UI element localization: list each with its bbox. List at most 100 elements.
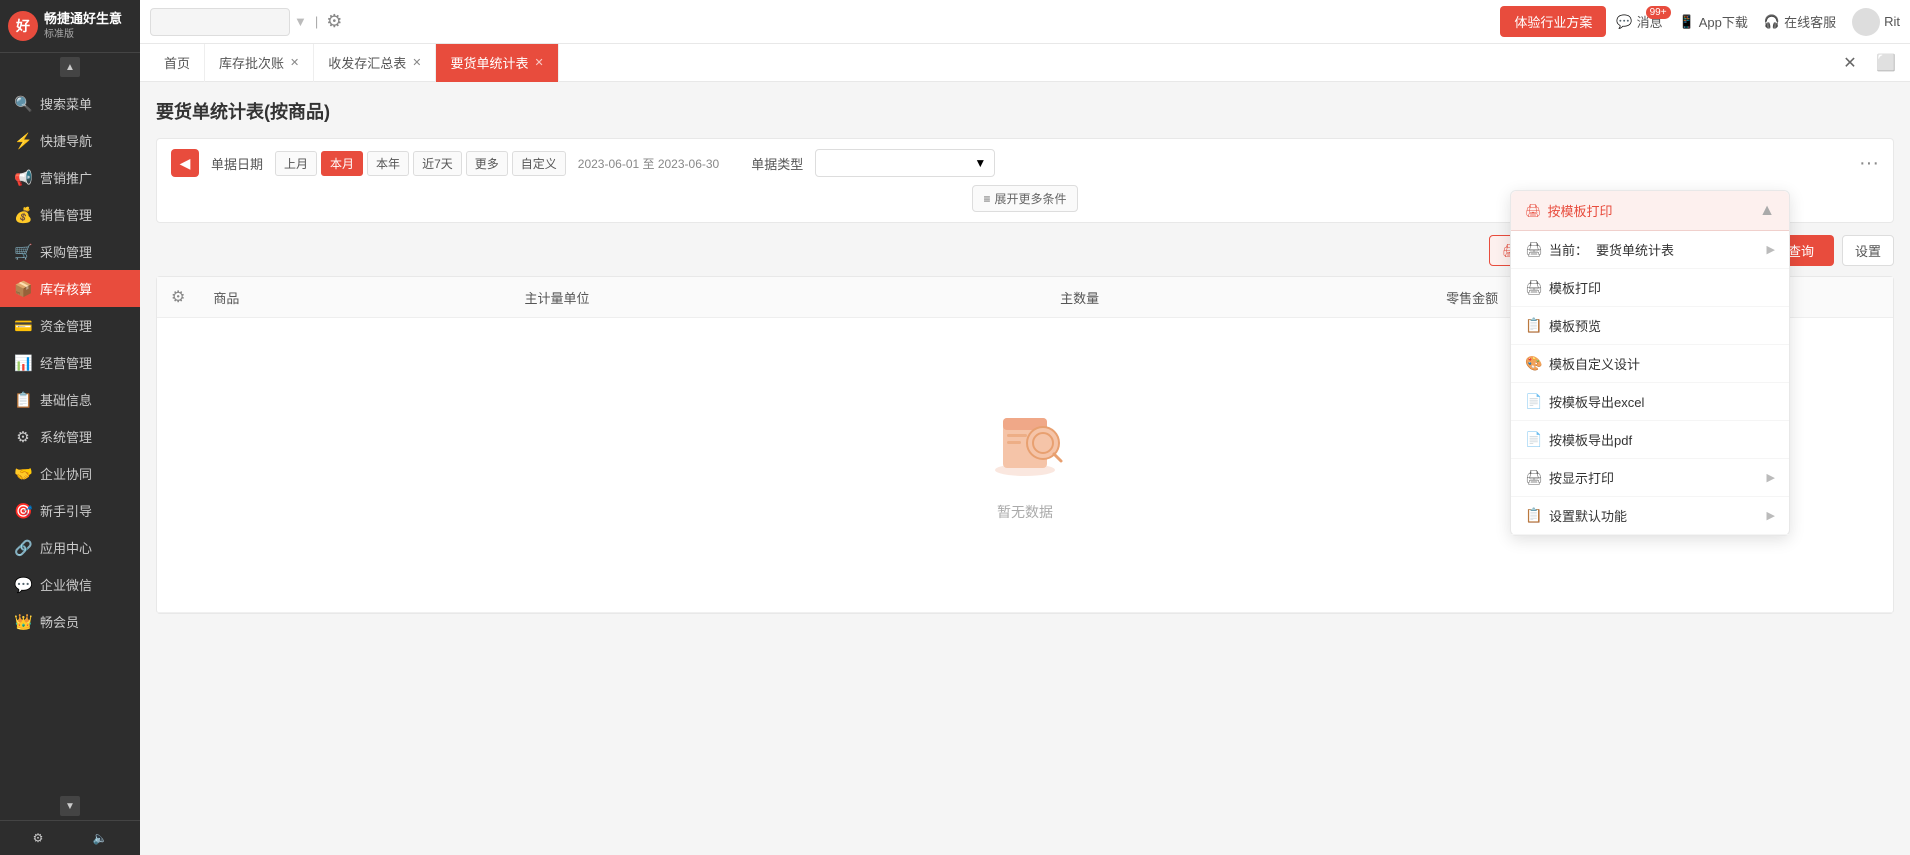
topbar-search-input[interactable] <box>150 8 290 36</box>
sidebar-item-collab[interactable]: 🤝 企业协同 <box>0 455 140 492</box>
sidebar-item-operation[interactable]: 📊 经营管理 <box>0 344 140 381</box>
sidebar-logo: 好 畅捷通好生意 标准版 <box>0 0 140 53</box>
tab-requisition-stats[interactable]: 要货单统计表 ✕ <box>436 44 558 82</box>
filter-collapse-button[interactable]: ◀ <box>171 149 199 177</box>
sidebar-item-sales[interactable]: 💰 销售管理 <box>0 196 140 233</box>
close-inventory-batch-tab[interactable]: ✕ <box>290 56 299 69</box>
empty-state-text: 暂无数据 <box>997 502 1053 522</box>
page-title: 要货单统计表(按商品) <box>156 98 1894 124</box>
date-range-display: 2023-06-01 至 2023-06-30 <box>578 155 719 172</box>
tabbar-end: ✕ ⬜ <box>1836 49 1900 77</box>
topbar-breadcrumb: ▼ | ⚙ <box>150 8 1490 36</box>
tab-home[interactable]: 首页 <box>150 44 205 82</box>
set-default-icon: 📋 <box>1525 507 1541 524</box>
tab-inventory-batch[interactable]: 库存批次账 ✕ <box>205 44 314 82</box>
sidebar-scroll-up: ▲ <box>0 53 140 81</box>
topbar-dropdown-icon[interactable]: ▼ <box>294 14 307 29</box>
dropdown-export-excel-item[interactable]: 📄 按模板导出excel <box>1511 383 1789 421</box>
sidebar-item-search[interactable]: 🔍 搜索菜单 <box>0 85 140 122</box>
sidebar: 好 畅捷通好生意 标准版 ▲ 🔍 搜索菜单 ⚡ 快捷导航 📢 营销推广 💰 销售… <box>0 0 140 855</box>
date-range-text: 2023-06-01 至 2023-06-30 <box>578 155 719 172</box>
sidebar-item-marketing[interactable]: 📢 营销推广 <box>0 159 140 196</box>
tabbar: 首页 库存批次账 ✕ 收发存汇总表 ✕ 要货单统计表 ✕ ✕ ⬜ <box>140 44 1910 82</box>
current-template-arrow: ▶ <box>1767 243 1775 256</box>
sidebar-item-guide[interactable]: 🎯 新手引导 <box>0 492 140 529</box>
dropdown-current-template[interactable]: 🖨 当前： 要货单统计表 ▶ <box>1511 231 1789 269</box>
select-chevron-down-icon: ▼ <box>974 156 986 170</box>
dropdown-template-preview-item[interactable]: 📋 模板预览 <box>1511 307 1789 345</box>
collab-nav-icon: 🤝 <box>14 465 32 483</box>
topbar-settings-icon[interactable]: ⚙ <box>326 11 342 32</box>
col-unit-header: 主计量单位 <box>510 277 1046 318</box>
app-download-button[interactable]: 📱 App下载 <box>1679 12 1748 31</box>
industry-solution-button[interactable]: 体验行业方案 <box>1500 6 1606 37</box>
close-receipt-summary-tab[interactable]: ✕ <box>412 56 421 69</box>
scroll-up-button[interactable]: ▲ <box>60 57 80 77</box>
expand-more-conditions-button[interactable]: ≡ 展开更多条件 <box>972 185 1077 212</box>
dropdown-header: 🖨 按模板打印 ▲ <box>1511 191 1789 231</box>
col-quantity-header: 主数量 <box>1046 277 1432 318</box>
guide-nav-icon: 🎯 <box>14 502 32 520</box>
template-design-icon: 🎨 <box>1525 355 1541 372</box>
sidebar-scroll-down: ▼ <box>0 792 140 820</box>
current-label: 当前： <box>1549 240 1588 259</box>
sound-bottom-button[interactable]: 🔈 <box>92 831 107 845</box>
template-preview-icon: 📋 <box>1525 317 1541 334</box>
tab-close-all-button[interactable]: ✕ <box>1836 49 1864 77</box>
tab-maximize-button[interactable]: ⬜ <box>1872 49 1900 77</box>
dropdown-display-print-section[interactable]: 🖨 按显示打印 ▶ <box>1511 459 1789 497</box>
wechat-nav-icon: 💬 <box>14 576 32 594</box>
current-month-button[interactable]: 本月 <box>321 151 363 176</box>
topbar-divider: | <box>315 14 318 29</box>
operation-nav-icon: 📊 <box>14 354 32 372</box>
settings-bottom-icon: ⚙ <box>33 831 44 845</box>
more-options-icon[interactable]: ··· <box>1859 152 1879 175</box>
last7-button[interactable]: 近7天 <box>413 151 462 176</box>
dropdown-close-button[interactable]: ▲ <box>1759 202 1775 220</box>
doc-type-select[interactable]: ▼ <box>815 149 995 177</box>
main-area: ▼ | ⚙ 体验行业方案 💬 消息 99+ 📱 App下载 🎧 在线客服 Rit <box>140 0 1910 855</box>
column-settings-icon[interactable]: ⚙ <box>171 289 185 306</box>
online-service-button[interactable]: 🎧 在线客服 <box>1764 12 1836 31</box>
sidebar-item-basic[interactable]: 📋 基础信息 <box>0 381 140 418</box>
dropdown-set-default-section[interactable]: 📋 设置默认功能 ▶ <box>1511 497 1789 535</box>
dropdown-export-pdf-item[interactable]: 📄 按模板导出pdf <box>1511 421 1789 459</box>
dropdown-template-design-item[interactable]: 🎨 模板自定义设计 <box>1511 345 1789 383</box>
close-requisition-stats-tab[interactable]: ✕ <box>535 56 544 69</box>
current-year-button[interactable]: 本年 <box>367 151 409 176</box>
doc-type-filter-label: 单据类型 <box>751 154 803 173</box>
display-print-icon: 🖨 <box>1525 469 1541 486</box>
custom-date-button[interactable]: 自定义 <box>512 151 566 176</box>
expand-icon: ≡ <box>983 192 990 206</box>
empty-state-icon <box>975 388 1075 488</box>
messages-badge: 99+ <box>1646 6 1671 19</box>
scroll-down-button[interactable]: ▼ <box>60 796 80 816</box>
inventory-nav-icon: 📦 <box>14 280 32 298</box>
prev-month-button[interactable]: 上月 <box>275 151 317 176</box>
sidebar-item-appstore[interactable]: 🔗 应用中心 <box>0 529 140 566</box>
messages-button[interactable]: 💬 消息 99+ <box>1616 12 1662 31</box>
collapse-icon: ◀ <box>180 155 191 172</box>
sidebar-item-system[interactable]: ⚙ 系统管理 <box>0 418 140 455</box>
sidebar-item-member[interactable]: 👑 畅会员 <box>0 603 140 640</box>
sidebar-bottom: ⚙ 🔈 <box>0 820 140 855</box>
sidebar-item-shortcut[interactable]: ⚡ 快捷导航 <box>0 122 140 159</box>
messages-icon: 💬 <box>1616 14 1632 30</box>
member-nav-icon: 👑 <box>14 613 32 631</box>
sidebar-item-wechat[interactable]: 💬 企业微信 <box>0 566 140 603</box>
sidebar-nav: 🔍 搜索菜单 ⚡ 快捷导航 📢 营销推广 💰 销售管理 🛒 采购管理 📦 库存核… <box>0 81 140 792</box>
purchase-nav-icon: 🛒 <box>14 243 32 261</box>
date-buttons: 上月 本月 本年 近7天 更多 自定义 <box>275 151 566 176</box>
col-product-header: 商品 <box>199 277 510 318</box>
sidebar-item-finance[interactable]: 💳 资金管理 <box>0 307 140 344</box>
more-date-button[interactable]: 更多 <box>466 151 508 176</box>
dropdown-template-print-item[interactable]: 🖨 模板打印 <box>1511 269 1789 307</box>
topbar-actions: 💬 消息 99+ 📱 App下载 🎧 在线客服 Rit <box>1616 8 1900 36</box>
settings-bottom-button[interactable]: ⚙ <box>33 831 44 845</box>
settings-button[interactable]: 设置 <box>1842 235 1894 266</box>
tab-receipt-summary[interactable]: 收发存汇总表 ✕ <box>314 44 436 82</box>
user-avatar <box>1852 8 1880 36</box>
user-avatar-button[interactable]: Rit <box>1852 8 1900 36</box>
sidebar-item-inventory[interactable]: 📦 库存核算 <box>0 270 140 307</box>
sidebar-item-purchase[interactable]: 🛒 采购管理 <box>0 233 140 270</box>
